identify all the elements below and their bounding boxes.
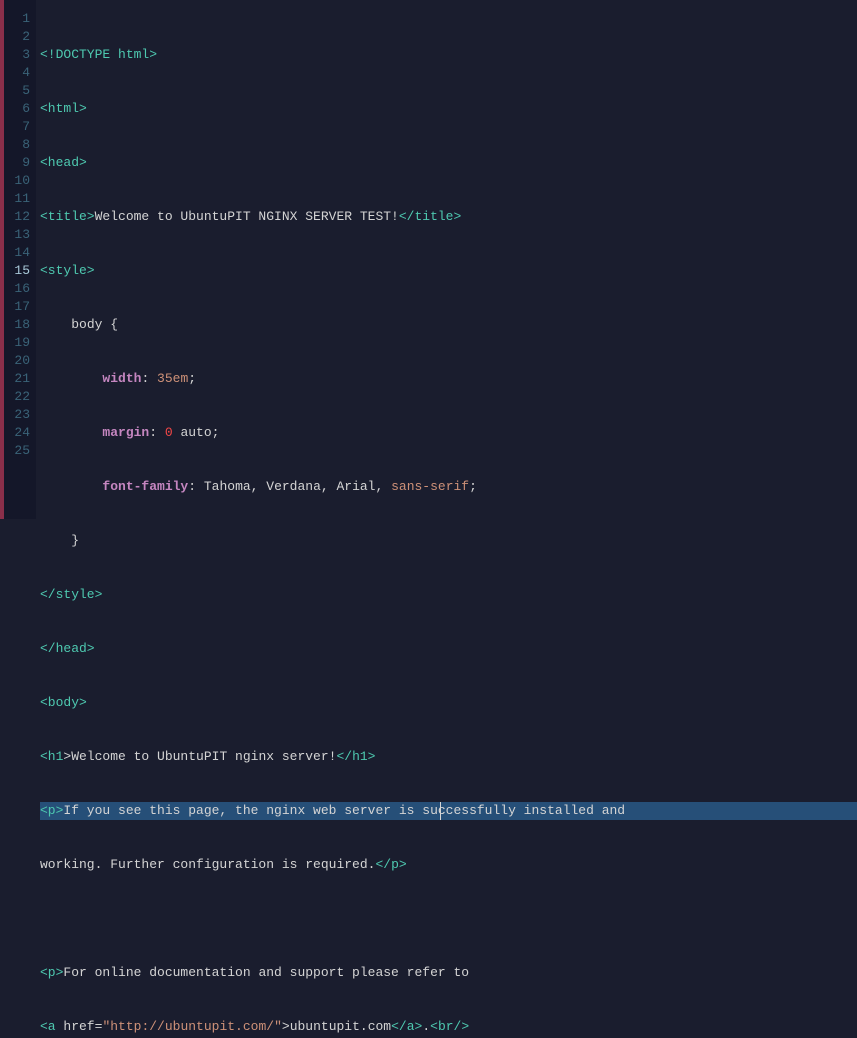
line-number: 14 (4, 244, 30, 262)
code-line[interactable]: <a href="http://ubuntupit.com/">ubuntupi… (40, 1018, 857, 1036)
line-number: 16 (4, 280, 30, 298)
code-line[interactable] (40, 910, 857, 928)
code-line[interactable]: font-family: Tahoma, Verdana, Arial, san… (40, 478, 857, 496)
line-number: 4 (4, 64, 30, 82)
line-number: 2 (4, 28, 30, 46)
line-number-current: 15 (4, 262, 30, 280)
code-line[interactable]: <body> (40, 694, 857, 712)
line-number: 23 (4, 406, 30, 424)
line-number: 13 (4, 226, 30, 244)
code-line[interactable]: <head> (40, 154, 857, 172)
line-number: 9 (4, 154, 30, 172)
line-number: 25 (4, 442, 30, 460)
code-line[interactable]: margin: 0 auto; (40, 424, 857, 442)
line-number: 8 (4, 136, 30, 154)
line-number: 18 (4, 316, 30, 334)
line-number: 3 (4, 46, 30, 64)
code-line-current[interactable]: <p>If you see this page, the nginx web s… (40, 802, 857, 820)
line-number: 10 (4, 172, 30, 190)
code-line[interactable]: <p>For online documentation and support … (40, 964, 857, 982)
code-line[interactable]: <title>Welcome to UbuntuPIT NGINX SERVER… (40, 208, 857, 226)
line-number: 22 (4, 388, 30, 406)
line-number: 5 (4, 82, 30, 100)
code-line[interactable]: working. Further configuration is requir… (40, 856, 857, 874)
line-number: 17 (4, 298, 30, 316)
line-number: 6 (4, 100, 30, 118)
line-number: 7 (4, 118, 30, 136)
code-line[interactable]: } (40, 532, 857, 550)
code-line[interactable]: </style> (40, 586, 857, 604)
code-line[interactable]: </head> (40, 640, 857, 658)
line-number: 1 (4, 10, 30, 28)
line-number: 21 (4, 370, 30, 388)
code-line[interactable]: <!DOCTYPE html> (40, 46, 857, 64)
line-number: 11 (4, 190, 30, 208)
line-number: 24 (4, 424, 30, 442)
line-number: 12 (4, 208, 30, 226)
code-line[interactable]: width: 35em; (40, 370, 857, 388)
code-line[interactable]: <style> (40, 262, 857, 280)
code-line[interactable]: <html> (40, 100, 857, 118)
line-number-gutter: 1 2 3 4 5 6 7 8 9 10 11 12 13 14 15 16 1… (4, 0, 36, 519)
code-line[interactable]: body { (40, 316, 857, 334)
code-editor-area[interactable]: <!DOCTYPE html> <html> <head> <title>Wel… (36, 0, 857, 519)
code-line[interactable]: <h1>Welcome to UbuntuPIT nginx server!</… (40, 748, 857, 766)
text-cursor (440, 802, 441, 820)
line-number: 20 (4, 352, 30, 370)
line-number: 19 (4, 334, 30, 352)
